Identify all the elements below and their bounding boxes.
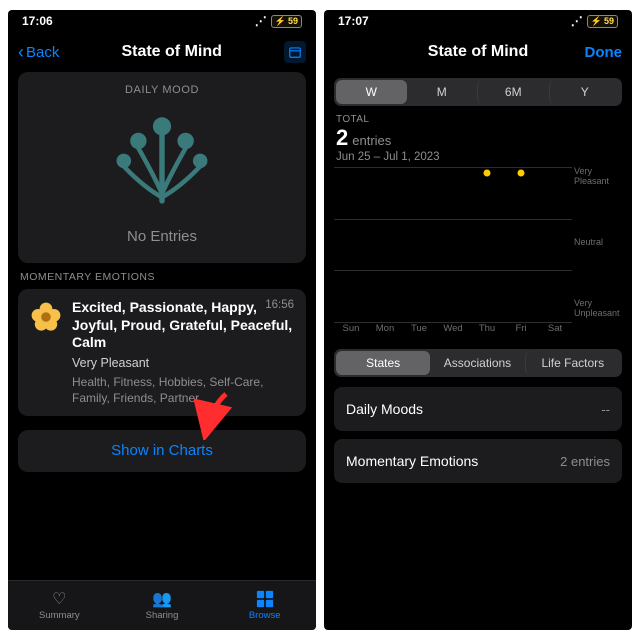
tab-browse[interactable]: Browse <box>213 581 316 630</box>
time-range-segment: WM6MY <box>334 78 622 106</box>
entry-body: 16:56 Excited, Passionate, Happy, Joyful… <box>72 299 294 406</box>
row-label: Momentary Emotions <box>346 453 478 469</box>
momentary-emotions-row[interactable]: Momentary Emotions 2 entries <box>334 439 622 483</box>
page-title: State of Mind <box>121 43 221 61</box>
tab-label: Summary <box>39 610 80 621</box>
entry-subtitle: Very Pleasant <box>72 356 294 370</box>
total-label: TOTAL <box>336 114 620 125</box>
screenshot-right: 17:07 ⋰ ⚡59 State of Mind Done WM6MY TOT… <box>324 10 632 630</box>
flower-icon <box>30 301 62 333</box>
show-in-charts-button[interactable]: Show in Charts <box>18 430 306 472</box>
view-tab-associations[interactable]: Associations <box>430 351 524 375</box>
time-tab-y[interactable]: Y <box>549 80 621 104</box>
no-entries-label: No Entries <box>30 228 294 245</box>
total-value-line: 2 entries <box>336 125 620 151</box>
view-tab-life-factors[interactable]: Life Factors <box>525 351 620 375</box>
back-button[interactable]: ‹ Back <box>18 43 59 61</box>
status-time: 17:06 <box>22 14 53 28</box>
chart-point <box>518 170 525 177</box>
tab-sharing[interactable]: 👥 Sharing <box>111 581 214 630</box>
chevron-left-icon: ‹ <box>18 43 24 61</box>
screenshot-left: 17:06 ⋰ ⚡59 ‹ Back State of Mind DAILY M… <box>8 10 316 630</box>
status-time: 17:07 <box>338 14 369 28</box>
daily-mood-heading: DAILY MOOD <box>30 84 294 96</box>
chart-y-labels: Very PleasantNeutralVery Unpleasant <box>574 167 622 319</box>
chart-point <box>484 170 491 177</box>
done-button[interactable]: Done <box>585 44 623 61</box>
tab-label: Sharing <box>146 610 179 621</box>
entry-time: 16:56 <box>265 299 294 311</box>
daily-moods-row[interactable]: Daily Moods -- <box>334 387 622 431</box>
time-tab-6m[interactable]: 6M <box>477 80 549 104</box>
tab-bar: ♡ Summary 👥 Sharing Browse <box>8 580 316 630</box>
tab-summary[interactable]: ♡ Summary <box>8 581 111 630</box>
view-tab-states[interactable]: States <box>336 351 430 375</box>
battery-icon: ⚡59 <box>587 15 618 28</box>
page-title: State of Mind <box>428 43 528 61</box>
calendar-icon <box>288 45 302 59</box>
view-segment: StatesAssociationsLife Factors <box>334 349 622 377</box>
momentary-entry[interactable]: 16:56 Excited, Passionate, Happy, Joyful… <box>18 289 306 416</box>
status-right: ⋰ ⚡59 <box>255 14 302 28</box>
status-right: ⋰ ⚡59 <box>571 14 618 28</box>
grid-icon <box>255 590 275 608</box>
cellular-icon: ⋰ <box>571 14 583 28</box>
time-tab-w[interactable]: W <box>336 80 407 104</box>
time-tab-m[interactable]: M <box>407 80 478 104</box>
row-value: -- <box>601 402 610 417</box>
chart-x-labels: SunMonTueWedThuFriSat <box>334 323 572 343</box>
daily-mood-card: DAILY MOOD <box>18 72 306 263</box>
total-number: 2 <box>336 125 348 151</box>
momentary-heading: MOMENTARY EMOTIONS <box>20 271 304 283</box>
people-icon: 👥 <box>152 590 172 608</box>
heart-icon: ♡ <box>49 590 69 608</box>
entry-tags: Health, Fitness, Hobbies, Self-Care, Fam… <box>72 374 294 406</box>
back-label: Back <box>26 44 59 61</box>
mood-chart[interactable]: Very PleasantNeutralVery Unpleasant SunM… <box>334 167 622 343</box>
mood-plant-icon <box>30 110 294 210</box>
status-bar: 17:07 ⋰ ⚡59 <box>324 10 632 32</box>
cellular-icon: ⋰ <box>255 14 267 28</box>
show-in-charts-label: Show in Charts <box>111 442 213 459</box>
date-range: Jun 25 – Jul 1, 2023 <box>336 151 620 163</box>
navbar: State of Mind Done <box>324 32 632 72</box>
battery-icon: ⚡59 <box>271 15 302 28</box>
navbar: ‹ Back State of Mind <box>8 32 316 72</box>
entry-title: Excited, Passionate, Happy, Joyful, Prou… <box>72 299 294 352</box>
status-bar: 17:06 ⋰ ⚡59 <box>8 10 316 32</box>
total-unit: entries <box>352 133 391 148</box>
calendar-button[interactable] <box>284 41 306 63</box>
row-label: Daily Moods <box>346 401 423 417</box>
row-value: 2 entries <box>560 454 610 469</box>
tab-label: Browse <box>249 610 281 621</box>
